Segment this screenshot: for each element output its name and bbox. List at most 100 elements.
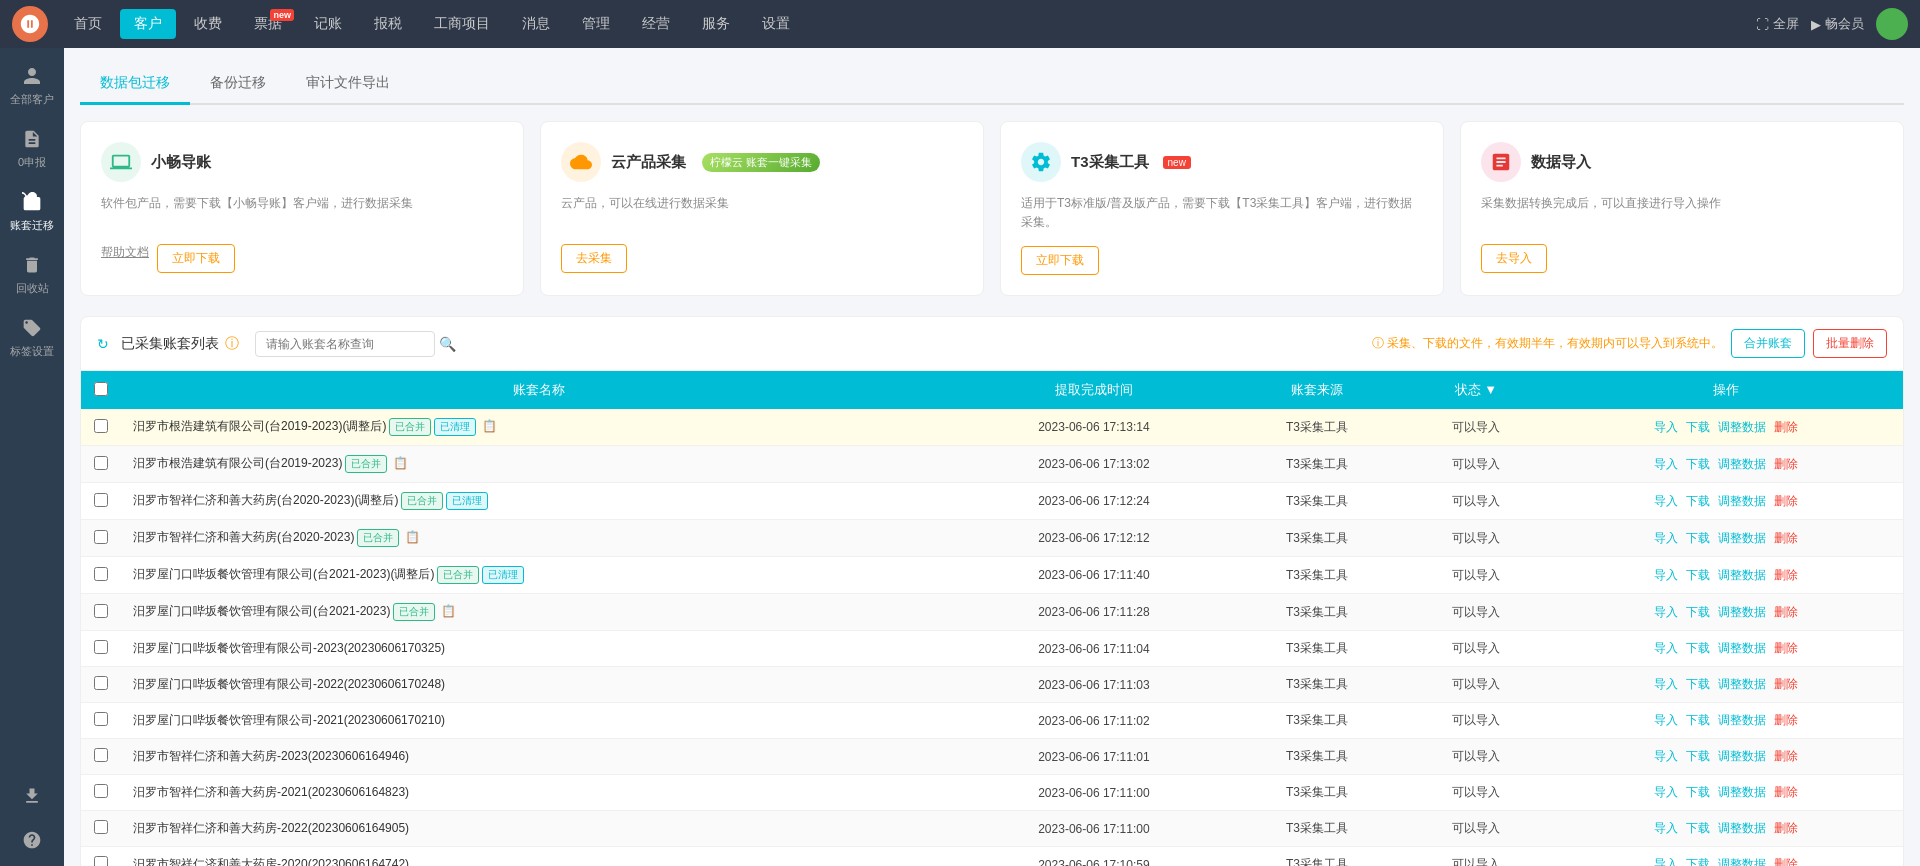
- action-下载[interactable]: 下载: [1686, 605, 1710, 619]
- info-icon[interactable]: ⓘ: [225, 335, 239, 353]
- merge-account-button[interactable]: 合并账套: [1731, 329, 1805, 358]
- sidebar-item-account-migrate[interactable]: 账套迁移: [4, 182, 60, 241]
- nav-client[interactable]: 客户: [120, 9, 176, 39]
- nav-accounting[interactable]: 记账: [300, 9, 356, 39]
- action-调整数据[interactable]: 调整数据: [1718, 457, 1766, 471]
- action-导入[interactable]: 导入: [1654, 641, 1678, 655]
- row-checkbox[interactable]: [94, 419, 108, 433]
- row-file-icon[interactable]: 📋: [441, 604, 456, 618]
- row-checkbox[interactable]: [94, 456, 108, 470]
- action-删除[interactable]: 删除: [1774, 857, 1798, 866]
- download-now-button-1[interactable]: 立即下载: [157, 244, 235, 273]
- nav-settings[interactable]: 设置: [748, 9, 804, 39]
- action-下载[interactable]: 下载: [1686, 713, 1710, 727]
- action-调整数据[interactable]: 调整数据: [1718, 568, 1766, 582]
- action-下载[interactable]: 下载: [1686, 531, 1710, 545]
- nav-tax[interactable]: 报税: [360, 9, 416, 39]
- user-avatar[interactable]: [1876, 8, 1908, 40]
- action-导入[interactable]: 导入: [1654, 785, 1678, 799]
- action-删除[interactable]: 删除: [1774, 785, 1798, 799]
- action-下载[interactable]: 下载: [1686, 857, 1710, 866]
- action-下载[interactable]: 下载: [1686, 677, 1710, 691]
- row-checkbox[interactable]: [94, 856, 108, 866]
- row-checkbox[interactable]: [94, 676, 108, 690]
- sidebar-download[interactable]: [4, 778, 60, 814]
- nav-charge[interactable]: 收费: [180, 9, 236, 39]
- tab-data-migration[interactable]: 数据包迁移: [80, 64, 190, 105]
- sidebar-item-trash[interactable]: 回收站: [4, 245, 60, 304]
- action-下载[interactable]: 下载: [1686, 641, 1710, 655]
- action-删除[interactable]: 删除: [1774, 821, 1798, 835]
- action-删除[interactable]: 删除: [1774, 457, 1798, 471]
- tab-audit-export[interactable]: 审计文件导出: [286, 64, 410, 105]
- action-删除[interactable]: 删除: [1774, 605, 1798, 619]
- row-checkbox[interactable]: [94, 784, 108, 798]
- action-调整数据[interactable]: 调整数据: [1718, 857, 1766, 866]
- action-导入[interactable]: 导入: [1654, 531, 1678, 545]
- action-导入[interactable]: 导入: [1654, 457, 1678, 471]
- nav-service[interactable]: 服务: [688, 9, 744, 39]
- action-调整数据[interactable]: 调整数据: [1718, 605, 1766, 619]
- action-导入[interactable]: 导入: [1654, 749, 1678, 763]
- sidebar-item-all-clients[interactable]: 全部客户: [4, 56, 60, 115]
- action-调整数据[interactable]: 调整数据: [1718, 677, 1766, 691]
- go-collect-button[interactable]: 去采集: [561, 244, 627, 273]
- row-checkbox[interactable]: [94, 530, 108, 544]
- sidebar-item-zero-declare[interactable]: 0申报: [4, 119, 60, 178]
- action-下载[interactable]: 下载: [1686, 785, 1710, 799]
- nav-home[interactable]: 首页: [60, 9, 116, 39]
- action-删除[interactable]: 删除: [1774, 494, 1798, 508]
- action-调整数据[interactable]: 调整数据: [1718, 494, 1766, 508]
- action-下载[interactable]: 下载: [1686, 821, 1710, 835]
- row-checkbox[interactable]: [94, 712, 108, 726]
- action-删除[interactable]: 删除: [1774, 531, 1798, 545]
- action-调整数据[interactable]: 调整数据: [1718, 821, 1766, 835]
- row-checkbox[interactable]: [94, 567, 108, 581]
- action-调整数据[interactable]: 调整数据: [1718, 641, 1766, 655]
- go-import-button[interactable]: 去导入: [1481, 244, 1547, 273]
- action-下载[interactable]: 下载: [1686, 568, 1710, 582]
- action-导入[interactable]: 导入: [1654, 494, 1678, 508]
- sidebar-item-tag-settings[interactable]: 标签设置: [4, 308, 60, 367]
- action-调整数据[interactable]: 调整数据: [1718, 713, 1766, 727]
- action-导入[interactable]: 导入: [1654, 568, 1678, 582]
- action-下载[interactable]: 下载: [1686, 457, 1710, 471]
- action-下载[interactable]: 下载: [1686, 420, 1710, 434]
- action-调整数据[interactable]: 调整数据: [1718, 420, 1766, 434]
- tab-backup-migration[interactable]: 备份迁移: [190, 64, 286, 105]
- search-button[interactable]: 🔍: [439, 336, 456, 352]
- action-导入[interactable]: 导入: [1654, 420, 1678, 434]
- sidebar-help[interactable]: [4, 822, 60, 858]
- action-删除[interactable]: 删除: [1774, 713, 1798, 727]
- vip-button[interactable]: ▶ 畅会员: [1811, 15, 1864, 33]
- nav-business[interactable]: 工商项目: [420, 9, 504, 39]
- row-checkbox[interactable]: [94, 820, 108, 834]
- nav-message[interactable]: 消息: [508, 9, 564, 39]
- select-all-checkbox[interactable]: [94, 382, 108, 396]
- nav-invoice[interactable]: 票据 new: [240, 9, 296, 39]
- download-now-button-3[interactable]: 立即下载: [1021, 246, 1099, 275]
- row-file-icon[interactable]: 📋: [405, 530, 420, 544]
- nav-manage[interactable]: 管理: [568, 9, 624, 39]
- row-checkbox[interactable]: [94, 604, 108, 618]
- action-删除[interactable]: 删除: [1774, 749, 1798, 763]
- action-删除[interactable]: 删除: [1774, 568, 1798, 582]
- help-doc-link[interactable]: 帮助文档: [101, 244, 149, 273]
- search-input[interactable]: [255, 331, 435, 357]
- action-导入[interactable]: 导入: [1654, 857, 1678, 866]
- action-调整数据[interactable]: 调整数据: [1718, 785, 1766, 799]
- action-导入[interactable]: 导入: [1654, 605, 1678, 619]
- fullscreen-button[interactable]: ⛶ 全屏: [1756, 15, 1799, 33]
- row-checkbox[interactable]: [94, 640, 108, 654]
- action-导入[interactable]: 导入: [1654, 713, 1678, 727]
- action-调整数据[interactable]: 调整数据: [1718, 531, 1766, 545]
- action-下载[interactable]: 下载: [1686, 494, 1710, 508]
- row-checkbox[interactable]: [94, 748, 108, 762]
- row-file-icon[interactable]: 📋: [393, 456, 408, 470]
- batch-delete-button[interactable]: 批量删除: [1813, 329, 1887, 358]
- action-导入[interactable]: 导入: [1654, 821, 1678, 835]
- action-删除[interactable]: 删除: [1774, 677, 1798, 691]
- action-删除[interactable]: 删除: [1774, 641, 1798, 655]
- action-删除[interactable]: 删除: [1774, 420, 1798, 434]
- action-下载[interactable]: 下载: [1686, 749, 1710, 763]
